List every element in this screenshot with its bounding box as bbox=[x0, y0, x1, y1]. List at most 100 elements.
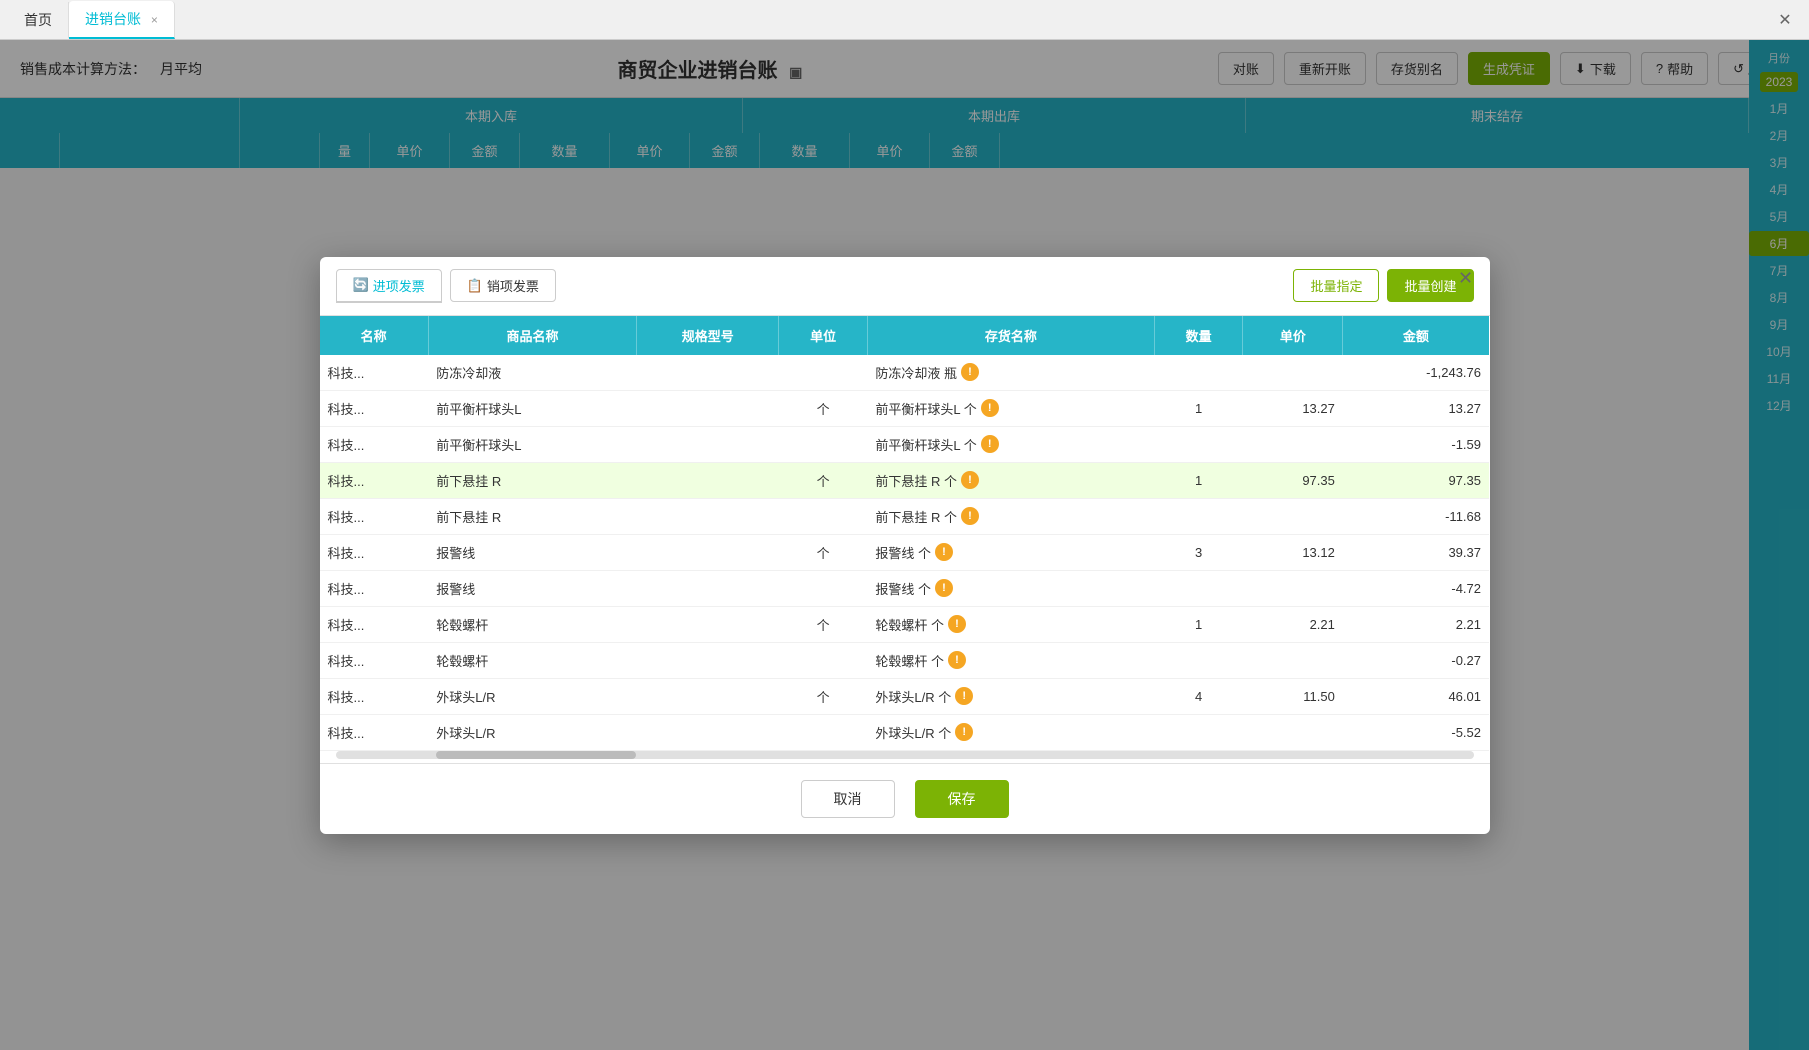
table-container[interactable]: 名称 商品名称 规格型号 单位 存货名称 数量 单价 金额 科技... bbox=[320, 316, 1490, 751]
modal-footer: 取消 保存 bbox=[320, 763, 1490, 834]
cell-spec bbox=[637, 642, 779, 678]
cell-spec bbox=[637, 570, 779, 606]
th-name: 名称 bbox=[320, 316, 429, 355]
cell-spec bbox=[637, 355, 779, 391]
cell-spec bbox=[637, 390, 779, 426]
cell-inventory: 前下悬挂 R 个! bbox=[867, 463, 1154, 498]
cell-name: 科技... bbox=[320, 426, 429, 462]
cell-quantity bbox=[1154, 570, 1243, 606]
cell-name: 科技... bbox=[320, 498, 429, 534]
table-row: 科技...轮毂螺杆轮毂螺杆 个!-0.27 bbox=[320, 642, 1490, 678]
warning-icon: ! bbox=[955, 687, 973, 705]
cell-spec bbox=[637, 534, 779, 570]
cell-name: 科技... bbox=[320, 570, 429, 606]
cell-quantity bbox=[1154, 642, 1243, 678]
th-amount: 金额 bbox=[1343, 316, 1489, 355]
cell-amount: -1,243.76 bbox=[1343, 355, 1489, 391]
cell-inventory: 外球头L/R 个! bbox=[867, 715, 1154, 750]
table-row: 科技...报警线个报警线 个!313.1239.37 bbox=[320, 534, 1490, 570]
cell-inventory: 轮毂螺杆 个! bbox=[867, 643, 1154, 678]
cell-product: 外球头L/R bbox=[428, 714, 636, 750]
cell-amount: -1.59 bbox=[1343, 426, 1489, 462]
tab-ledger[interactable]: 进销台账 × bbox=[69, 1, 175, 39]
cell-product: 轮毂螺杆 bbox=[428, 642, 636, 678]
tab-close-icon[interactable]: × bbox=[151, 13, 158, 27]
cell-price: 13.12 bbox=[1243, 534, 1343, 570]
cell-product: 外球头L/R bbox=[428, 678, 636, 714]
cell-inventory: 前下悬挂 R 个! bbox=[867, 499, 1154, 534]
cell-price: 2.21 bbox=[1243, 606, 1343, 642]
cell-name: 科技... bbox=[320, 606, 429, 642]
table-row: 科技...前下悬挂 R个前下悬挂 R 个!197.3597.35 bbox=[320, 462, 1490, 498]
warning-icon: ! bbox=[961, 507, 979, 525]
warning-icon: ! bbox=[981, 435, 999, 453]
cell-price bbox=[1243, 355, 1343, 391]
cell-quantity: 1 bbox=[1154, 462, 1243, 498]
window-close-button[interactable]: ✕ bbox=[1769, 4, 1801, 36]
cell-price: 11.50 bbox=[1243, 678, 1343, 714]
warning-icon: ! bbox=[961, 471, 979, 489]
cell-price bbox=[1243, 714, 1343, 750]
cell-name: 科技... bbox=[320, 678, 429, 714]
modal-body: 名称 商品名称 规格型号 单位 存货名称 数量 单价 金额 科技... bbox=[320, 316, 1490, 763]
invoice-table: 名称 商品名称 规格型号 单位 存货名称 数量 单价 金额 科技... bbox=[320, 316, 1490, 751]
table-row: 科技...轮毂螺杆个轮毂螺杆 个!12.212.21 bbox=[320, 606, 1490, 642]
cell-quantity: 1 bbox=[1154, 390, 1243, 426]
cell-inventory: 报警线 个! bbox=[867, 571, 1154, 606]
cell-amount: 13.27 bbox=[1343, 390, 1489, 426]
modal-close-button[interactable]: ✕ bbox=[1454, 267, 1478, 291]
cell-product: 报警线 bbox=[428, 534, 636, 570]
cell-inventory: 防冻冷却液 瓶! bbox=[867, 355, 1154, 390]
table-row: 科技...报警线报警线 个!-4.72 bbox=[320, 570, 1490, 606]
table-header: 名称 商品名称 规格型号 单位 存货名称 数量 单价 金额 bbox=[320, 316, 1490, 355]
warning-icon: ! bbox=[961, 363, 979, 381]
tab-sales-invoice[interactable]: 📋 销项发票 bbox=[450, 269, 556, 302]
cell-amount: -11.68 bbox=[1343, 498, 1489, 534]
cell-name: 科技... bbox=[320, 462, 429, 498]
table-body: 科技...防冻冷却液防冻冷却液 瓶!-1,243.76科技...前平衡杆球头L个… bbox=[320, 355, 1490, 751]
cell-spec bbox=[637, 606, 779, 642]
modal-actions: 批量指定 批量创建 bbox=[1293, 269, 1473, 302]
th-spec: 规格型号 bbox=[637, 316, 779, 355]
cell-spec bbox=[637, 426, 779, 462]
horizontal-scrollbar[interactable] bbox=[336, 751, 1474, 759]
cell-unit bbox=[779, 355, 868, 391]
cell-unit: 个 bbox=[779, 462, 868, 498]
cell-amount: 97.35 bbox=[1343, 462, 1489, 498]
warning-icon: ! bbox=[981, 399, 999, 417]
save-button[interactable]: 保存 bbox=[915, 780, 1009, 818]
table-row: 科技...前平衡杆球头L个前平衡杆球头L 个!113.2713.27 bbox=[320, 390, 1490, 426]
cell-name: 科技... bbox=[320, 642, 429, 678]
th-product: 商品名称 bbox=[428, 316, 636, 355]
modal-overlay: 🔄 进项发票 📋 销项发票 批量指定 批量创建 ✕ bbox=[0, 40, 1809, 1050]
warning-icon: ! bbox=[935, 543, 953, 561]
cell-unit: 个 bbox=[779, 678, 868, 714]
scrollbar-thumb[interactable] bbox=[436, 751, 636, 759]
cell-price bbox=[1243, 642, 1343, 678]
cell-unit bbox=[779, 426, 868, 462]
cell-name: 科技... bbox=[320, 714, 429, 750]
tab-purchase-invoice[interactable]: 🔄 进项发票 bbox=[336, 269, 442, 303]
cell-quantity bbox=[1154, 714, 1243, 750]
cell-name: 科技... bbox=[320, 390, 429, 426]
th-inventory: 存货名称 bbox=[867, 316, 1154, 355]
cell-name: 科技... bbox=[320, 355, 429, 391]
cell-inventory: 前平衡杆球头L 个! bbox=[867, 391, 1154, 426]
cell-inventory: 报警线 个! bbox=[867, 535, 1154, 570]
cell-unit bbox=[779, 570, 868, 606]
cell-amount: 39.37 bbox=[1343, 534, 1489, 570]
warning-icon: ! bbox=[935, 579, 953, 597]
th-price: 单价 bbox=[1243, 316, 1343, 355]
cell-quantity bbox=[1154, 355, 1243, 391]
cell-inventory: 前平衡杆球头L 个! bbox=[867, 427, 1154, 462]
cancel-button[interactable]: 取消 bbox=[801, 780, 895, 818]
tab-home[interactable]: 首页 bbox=[8, 2, 69, 38]
table-row: 科技...外球头L/R外球头L/R 个!-5.52 bbox=[320, 714, 1490, 750]
cell-inventory: 轮毂螺杆 个! bbox=[867, 607, 1154, 642]
cell-inventory: 外球头L/R 个! bbox=[867, 679, 1154, 714]
cell-product: 防冻冷却液 bbox=[428, 355, 636, 391]
batch-assign-button[interactable]: 批量指定 bbox=[1293, 269, 1379, 302]
warning-icon: ! bbox=[948, 651, 966, 669]
cell-unit bbox=[779, 498, 868, 534]
th-quantity: 数量 bbox=[1154, 316, 1243, 355]
